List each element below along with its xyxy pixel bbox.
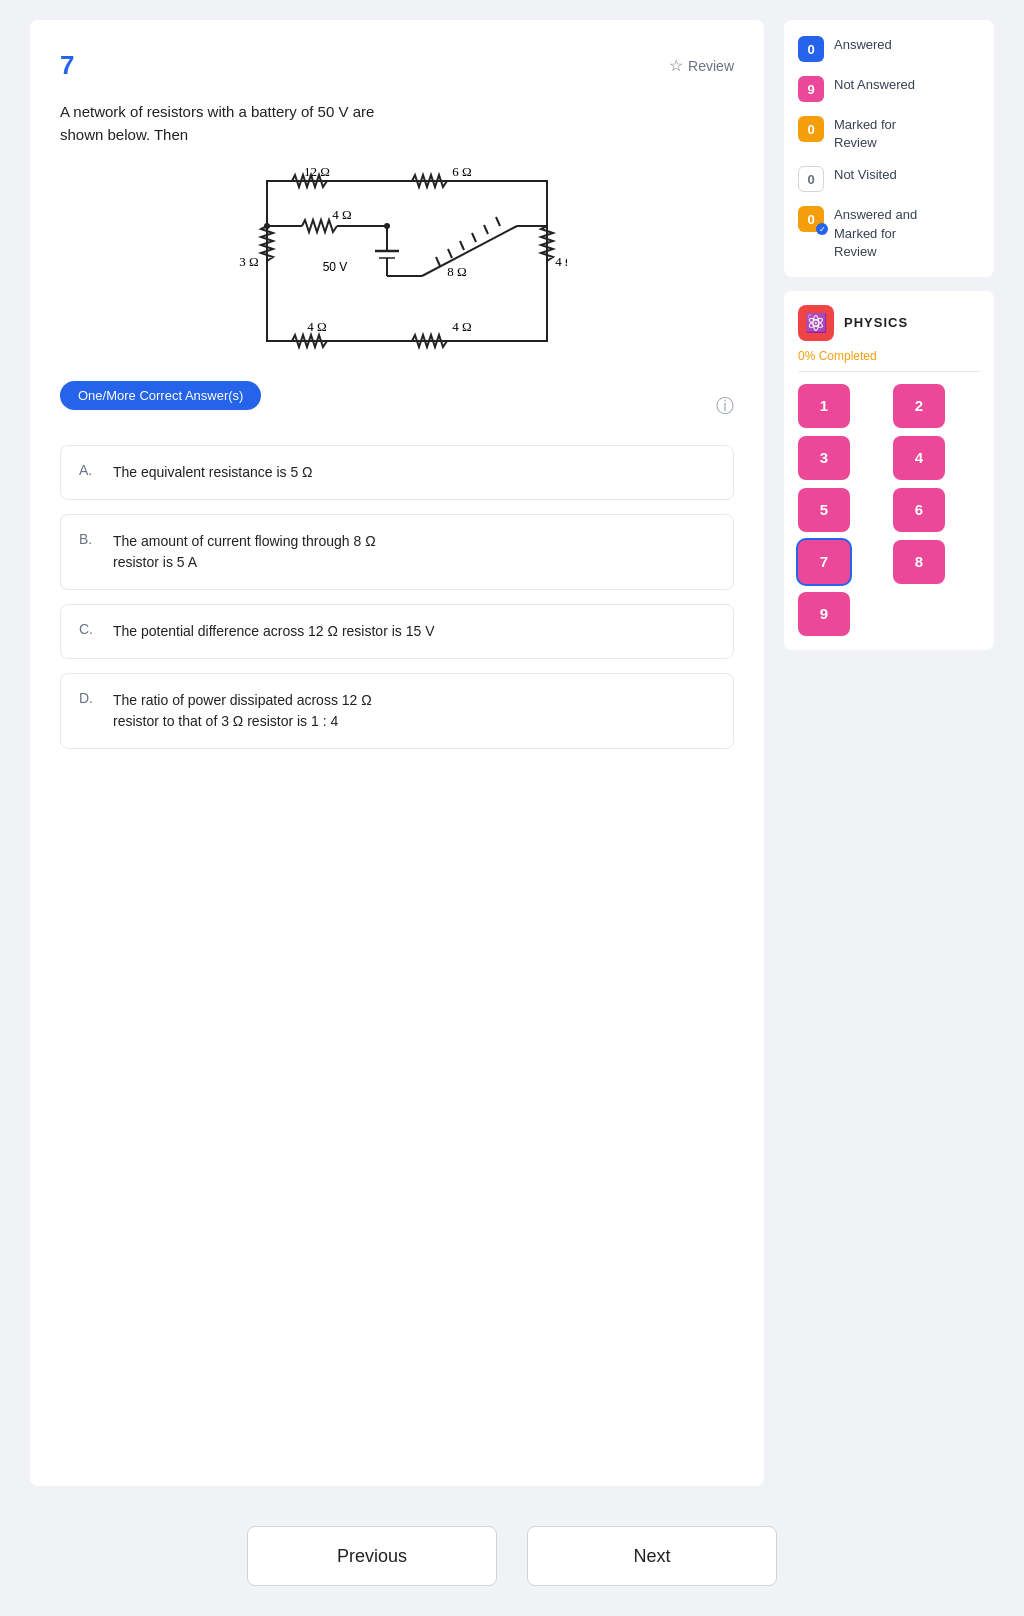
svg-line-24 — [472, 233, 476, 242]
svg-point-37 — [384, 223, 390, 229]
check-overlay-icon: ✓ — [816, 223, 828, 235]
subject-icon: ⚛️ — [798, 305, 834, 341]
legend-not-visited: 0 Not Visited — [798, 166, 980, 192]
svg-point-38 — [264, 223, 270, 229]
page-wrapper: 7 ☆ Review A network of resistors with a… — [0, 0, 1024, 1616]
previous-button[interactable]: Previous — [247, 1526, 497, 1586]
option-a-label: A. — [79, 462, 99, 478]
svg-text:3 Ω: 3 Ω — [239, 254, 258, 269]
svg-text:4 Ω: 4 Ω — [307, 319, 326, 334]
next-button[interactable]: Next — [527, 1526, 777, 1586]
svg-line-23 — [460, 241, 464, 250]
answered-label: Answered — [834, 36, 892, 54]
not-visited-badge: 0 — [798, 166, 824, 192]
completed-text: 0% Completed — [798, 349, 980, 363]
legend-answered: 0 Answered — [798, 36, 980, 62]
option-d-label: D. — [79, 690, 99, 706]
question-btn-5[interactable]: 5 — [798, 488, 850, 532]
question-btn-7[interactable]: 7 — [798, 540, 850, 584]
option-b-label: B. — [79, 531, 99, 547]
option-d[interactable]: D. The ratio of power dissipated across … — [60, 673, 734, 749]
svg-text:8 Ω: 8 Ω — [447, 264, 466, 279]
left-panel: 7 ☆ Review A network of resistors with a… — [30, 20, 764, 1486]
svg-text:12 Ω: 12 Ω — [304, 164, 330, 179]
svg-text:4 Ω: 4 Ω — [452, 319, 471, 334]
marked-review-label: Marked forReview — [834, 116, 896, 152]
option-c-text: The potential difference across 12 Ω res… — [113, 621, 434, 642]
answered-badge: 0 — [798, 36, 824, 62]
divider — [798, 371, 980, 372]
svg-line-20 — [422, 226, 517, 276]
svg-rect-0 — [267, 181, 547, 341]
svg-line-26 — [496, 217, 500, 226]
svg-text:50 V: 50 V — [323, 260, 348, 274]
question-btn-6[interactable]: 6 — [893, 488, 945, 532]
question-btn-2[interactable]: 2 — [893, 384, 945, 428]
answered-marked-label: Answered andMarked forReview — [834, 206, 917, 261]
question-info-row: One/More Correct Answer(s) ⓘ — [60, 381, 734, 430]
question-number: 7 — [60, 50, 74, 81]
review-button[interactable]: ☆ Review — [669, 56, 734, 75]
option-d-text: The ratio of power dissipated across 12 … — [113, 690, 372, 732]
option-c-label: C. — [79, 621, 99, 637]
legend-card: 0 Answered 9 Not Answered 0 Marked fo — [784, 20, 994, 277]
footer: Previous Next — [0, 1506, 1024, 1616]
right-panel: 0 Answered 9 Not Answered 0 Marked fo — [784, 20, 994, 1486]
answered-marked-badge-wrap: 0 ✓ — [798, 206, 824, 232]
info-icon[interactable]: ⓘ — [716, 394, 734, 418]
svg-text:6 Ω: 6 Ω — [452, 164, 471, 179]
svg-text:4 Ω: 4 Ω — [555, 254, 567, 269]
option-b[interactable]: B. The amount of current flowing through… — [60, 514, 734, 590]
option-b-text: The amount of current flowing through 8 … — [113, 531, 376, 573]
svg-line-21 — [436, 257, 440, 266]
option-a-text: The equivalent resistance is 5 Ω — [113, 462, 313, 483]
question-btn-4[interactable]: 4 — [893, 436, 945, 480]
subject-header: ⚛️ PHYSICS — [798, 305, 980, 341]
subject-card: ⚛️ PHYSICS 0% Completed 123456789 — [784, 291, 994, 650]
subject-name: PHYSICS — [844, 315, 908, 330]
circuit-diagram: 12 Ω 6 Ω 3 Ω — [60, 161, 734, 361]
legend-not-answered: 9 Not Answered — [798, 76, 980, 102]
main-content: 7 ☆ Review A network of resistors with a… — [0, 0, 1024, 1506]
question-btn-1[interactable]: 1 — [798, 384, 850, 428]
not-answered-badge: 9 — [798, 76, 824, 102]
legend-answered-marked: 0 ✓ Answered andMarked forReview — [798, 206, 980, 261]
question-header: 7 ☆ Review — [60, 50, 734, 81]
svg-line-22 — [448, 249, 452, 258]
question-btn-8[interactable]: 8 — [893, 540, 945, 584]
question-btn-9[interactable]: 9 — [798, 592, 850, 636]
answer-type-button[interactable]: One/More Correct Answer(s) — [60, 381, 261, 410]
marked-review-badge: 0 — [798, 116, 824, 142]
option-a[interactable]: A. The equivalent resistance is 5 Ω — [60, 445, 734, 500]
svg-line-25 — [484, 225, 488, 234]
question-btn-3[interactable]: 3 — [798, 436, 850, 480]
question-text: A network of resistors with a battery of… — [60, 101, 734, 146]
legend-marked-review: 0 Marked forReview — [798, 116, 980, 152]
circuit-svg: 12 Ω 6 Ω 3 Ω — [227, 161, 567, 361]
option-c[interactable]: C. The potential difference across 12 Ω … — [60, 604, 734, 659]
svg-text:4 Ω: 4 Ω — [332, 207, 351, 222]
not-answered-label: Not Answered — [834, 76, 915, 94]
star-icon: ☆ — [669, 56, 683, 75]
not-visited-label: Not Visited — [834, 166, 897, 184]
options-section: A. The equivalent resistance is 5 Ω B. T… — [60, 445, 734, 749]
review-label: Review — [688, 58, 734, 74]
question-grid: 123456789 — [798, 384, 980, 636]
